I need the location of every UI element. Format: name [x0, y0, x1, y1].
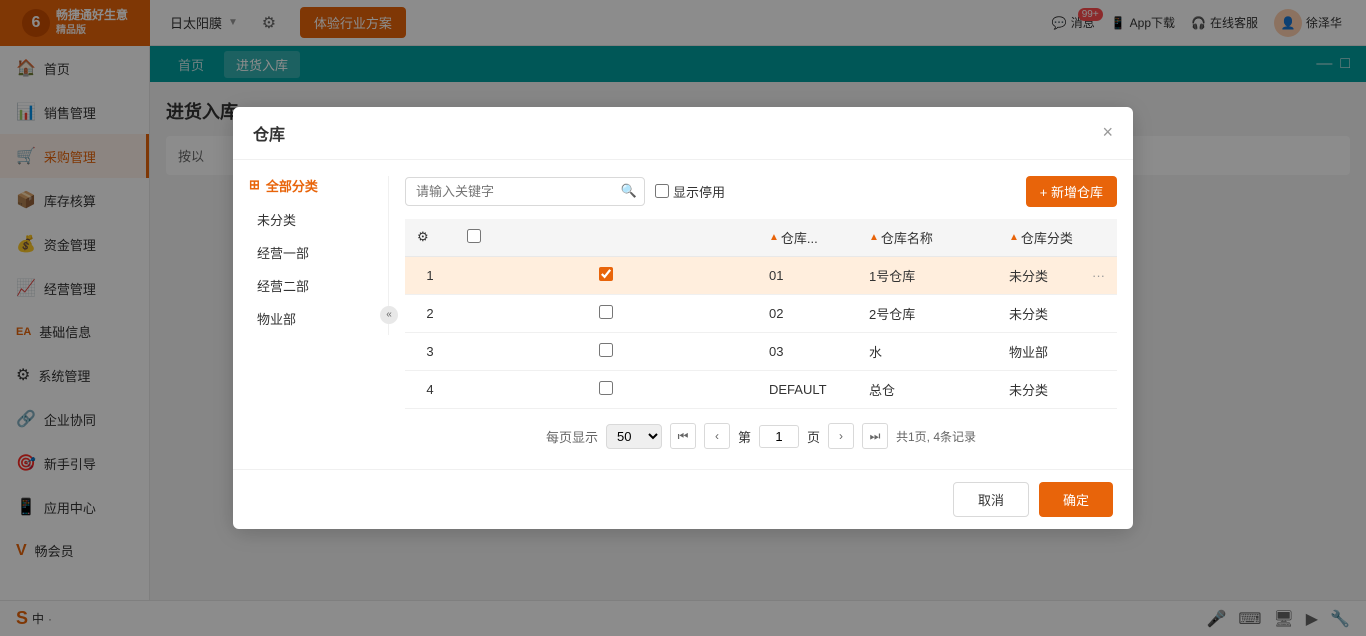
- table-row[interactable]: 1 01 1号仓库 未分类 ···: [405, 256, 1117, 295]
- warehouse-table: ⚙ ▲ 仓库...: [405, 219, 1117, 410]
- table-row[interactable]: 3 03 水 物业部: [405, 333, 1117, 371]
- modal-footer: 取消 确定: [233, 469, 1133, 529]
- add-warehouse-button[interactable]: + 新增仓库: [1026, 176, 1117, 207]
- show-disabled-label: 显示停用: [673, 182, 725, 201]
- search-input[interactable]: [405, 177, 645, 206]
- sort-icon-cat: ▲: [1009, 232, 1019, 243]
- grid-icon: ⊞: [249, 177, 260, 193]
- modal-body: ⊞ 全部分类 未分类 经营一部 经营二部 物业部: [233, 160, 1133, 470]
- next-page-button[interactable]: ›: [828, 423, 854, 449]
- sort-icon-name: ▲: [869, 232, 879, 243]
- row-category: 物业部: [997, 333, 1117, 371]
- sort-icon-code: ▲: [769, 232, 779, 243]
- th-name: ▲ 仓库名称: [857, 219, 997, 257]
- last-page-button[interactable]: ⏭: [862, 423, 888, 449]
- confirm-button[interactable]: 确定: [1039, 482, 1113, 517]
- th-category: ▲ 仓库分类: [997, 219, 1117, 257]
- category-sidebar-wrap: ⊞ 全部分类 未分类 经营一部 经营二部 物业部: [249, 176, 389, 454]
- modal-close-button[interactable]: ×: [1102, 122, 1113, 143]
- warehouse-modal: 仓库 × ⊞ 全部分类 未分类 经营一部: [233, 107, 1133, 530]
- row-name: 总仓: [857, 371, 997, 409]
- row-num: 3: [405, 333, 455, 371]
- modal-title: 仓库: [253, 121, 285, 145]
- row-checkbox-cell: [455, 371, 757, 409]
- table-row[interactable]: 4 DEFAULT 总仓 未分类: [405, 371, 1117, 409]
- category-item-ops2[interactable]: 经营二部: [249, 269, 380, 302]
- row-num: 1: [405, 256, 455, 295]
- select-all-checkbox[interactable]: [467, 229, 481, 243]
- category-all[interactable]: ⊞ 全部分类: [249, 176, 380, 195]
- category-item-ops1-label: 经营一部: [257, 246, 309, 261]
- row-checkbox[interactable]: [599, 267, 613, 281]
- page-input[interactable]: [759, 425, 799, 448]
- category-collapse-button[interactable]: «: [380, 306, 398, 324]
- row-checkbox-cell: [455, 295, 757, 333]
- row-num: 4: [405, 371, 455, 409]
- category-item-property[interactable]: 物业部: [249, 302, 380, 335]
- prev-page-button[interactable]: ‹: [704, 423, 730, 449]
- th-code: ▲ 仓库...: [757, 219, 857, 257]
- table-toolbar: 🔍 显示停用 + 新增仓库: [405, 176, 1117, 207]
- settings-col-icon: ⚙: [417, 229, 429, 244]
- modal-overlay[interactable]: 仓库 × ⊞ 全部分类 未分类 经营一部: [0, 0, 1366, 636]
- cancel-button[interactable]: 取消: [953, 482, 1029, 517]
- category-all-label: 全部分类: [266, 176, 318, 195]
- th-checkbox: [455, 219, 757, 257]
- row-checkbox[interactable]: [599, 305, 613, 319]
- table-row[interactable]: 2 02 2号仓库 未分类: [405, 295, 1117, 333]
- table-body: 1 01 1号仓库 未分类 ··· 2 02 2号仓库 未分类 3: [405, 256, 1117, 409]
- row-checkbox[interactable]: [599, 381, 613, 395]
- modal-header: 仓库 ×: [233, 107, 1133, 160]
- page-word: 第: [738, 427, 751, 446]
- page-size-select[interactable]: 50 100: [606, 424, 662, 449]
- search-wrap: 🔍: [405, 177, 645, 206]
- th-settings: ⚙: [405, 219, 455, 257]
- row-more-button[interactable]: ···: [1092, 268, 1105, 283]
- row-name: 1号仓库: [857, 256, 997, 295]
- row-code: DEFAULT: [757, 371, 857, 409]
- row-code: 01: [757, 256, 857, 295]
- category-item-ops1[interactable]: 经营一部: [249, 236, 380, 269]
- category-item-ops2-label: 经营二部: [257, 279, 309, 294]
- row-name: 2号仓库: [857, 295, 997, 333]
- pagination: 每页显示 50 100 ⏮ ‹ 第 页 › ⏭ 共1页, 4条记录: [405, 409, 1117, 453]
- page-label: 页: [807, 427, 820, 446]
- row-name: 水: [857, 333, 997, 371]
- row-category: 未分类 ···: [997, 257, 1117, 295]
- show-disabled-checkbox[interactable]: [655, 184, 669, 198]
- row-category: 未分类: [997, 295, 1117, 333]
- row-category: 未分类: [997, 371, 1117, 409]
- row-checkbox-cell: [455, 256, 757, 295]
- search-icon[interactable]: 🔍: [621, 183, 637, 199]
- per-page-label: 每页显示: [546, 427, 598, 446]
- th-name-label: 仓库名称: [881, 228, 933, 247]
- row-checkbox[interactable]: [599, 343, 613, 357]
- category-item-uncategorized[interactable]: 未分类: [249, 203, 380, 236]
- row-code: 02: [757, 295, 857, 333]
- th-category-label: 仓库分类: [1021, 228, 1073, 247]
- table-scroll-wrap: ⚙ ▲ 仓库...: [405, 219, 1117, 410]
- row-num: 2: [405, 295, 455, 333]
- th-code-label: 仓库...: [781, 228, 818, 247]
- show-disabled-wrap: 显示停用: [655, 182, 725, 201]
- table-area: 🔍 显示停用 + 新增仓库 ⚙: [405, 176, 1117, 454]
- row-code: 03: [757, 333, 857, 371]
- row-checkbox-cell: [455, 333, 757, 371]
- category-sidebar: ⊞ 全部分类 未分类 经营一部 经营二部 物业部: [249, 176, 389, 335]
- total-info: 共1页, 4条记录: [896, 428, 976, 445]
- category-item-property-label: 物业部: [257, 312, 296, 327]
- category-item-uncategorized-label: 未分类: [257, 213, 296, 228]
- first-page-button[interactable]: ⏮: [670, 423, 696, 449]
